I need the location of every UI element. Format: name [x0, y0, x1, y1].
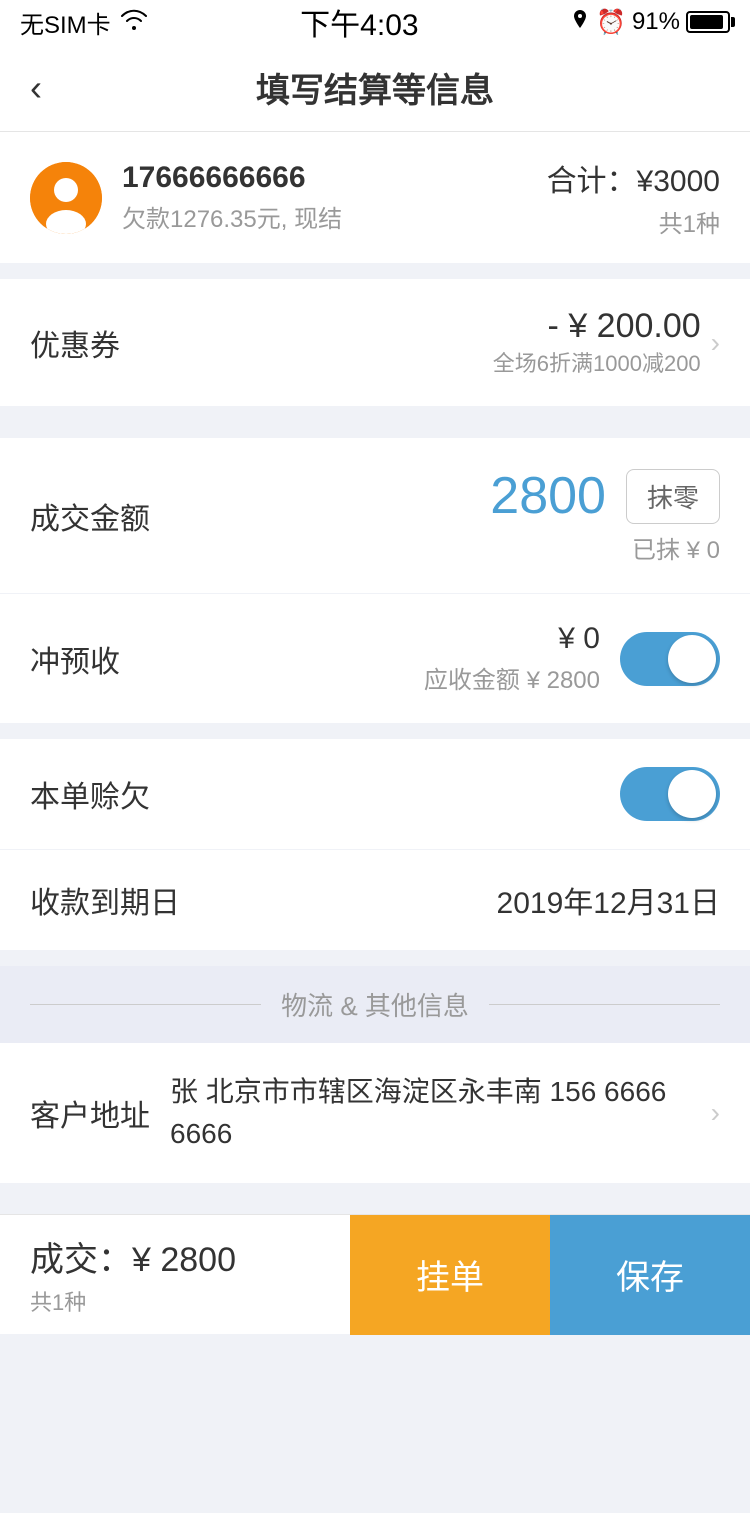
section-divider-3 [0, 950, 750, 966]
save-button[interactable]: 保存 [550, 1215, 750, 1335]
bottom-amount-value: ¥ 2800 [132, 1241, 236, 1279]
logistics-label-text: 物流 & 其他信息 [281, 986, 469, 1023]
customer-right: 合计：¥3000 共1种 [547, 156, 720, 239]
prepayment-toggle[interactable] [620, 632, 720, 686]
bottom-bar: 成交：¥ 2800 共1种 挂单 保存 [0, 1214, 750, 1334]
bottom-info: 成交：¥ 2800 共1种 [0, 1232, 350, 1317]
logistics-section-label: 物流 & 其他信息 [0, 966, 750, 1043]
back-button[interactable]: ‹ [30, 67, 90, 109]
prepayment-sub: 应收金额 ¥ 2800 [424, 660, 600, 695]
battery-fill [690, 15, 723, 29]
status-left: 无SIM卡 [20, 5, 149, 40]
avatar [30, 162, 102, 234]
status-right: ⏰ 91% [570, 8, 730, 37]
round-zero-button[interactable]: 抹零 [626, 469, 720, 524]
battery-icon [686, 11, 730, 33]
address-value: 张 北京市市辖区海淀区永丰南 156 6666 6666 [150, 1071, 711, 1155]
due-date-row: 收款到期日 2019年12月31日 [0, 850, 750, 950]
debt-order-toggle[interactable] [620, 767, 720, 821]
chevron-right-icon: › [711, 327, 720, 359]
section-divider-2 [0, 723, 750, 739]
coupon-right: - ¥ 200.00 全场6折满1000减200 › [493, 307, 720, 378]
form-section-1: 成交金额 2800 抹零 已抹 ¥ 0 冲预收 ¥ 0 应收金额 ¥ 2800 [0, 438, 750, 723]
page-title: 填写结算等信息 [90, 63, 660, 112]
status-bar: 无SIM卡 下午4:03 ⏰ 91% [0, 0, 750, 44]
hang-order-button[interactable]: 挂单 [350, 1215, 550, 1335]
debt-order-label: 本单赊欠 [30, 772, 150, 816]
form-section-2: 本单赊欠 收款到期日 2019年12月31日 [0, 739, 750, 950]
coupon-desc: 全场6折满1000减200 [493, 346, 701, 378]
debt-toggle-knob [668, 770, 716, 818]
customer-phone: 17666666666 [122, 161, 342, 195]
alarm-icon: ⏰ [596, 8, 626, 37]
prepayment-label: 冲预收 [30, 637, 120, 681]
toggle-knob [668, 635, 716, 683]
customer-left: 17666666666 欠款1276.35元, 现结 [30, 161, 342, 234]
coupon-row[interactable]: 优惠券 - ¥ 200.00 全场6折满1000减200 › [0, 279, 750, 406]
address-chevron-icon: › [711, 1097, 720, 1129]
address-label: 客户地址 [30, 1091, 150, 1135]
deal-amount-label: 成交金额 [30, 494, 150, 538]
prepayment-right: ¥ 0 应收金额 ¥ 2800 [424, 622, 720, 695]
deal-amount-sub: 已抹 ¥ 0 [490, 530, 720, 565]
deal-amount-row: 成交金额 2800 抹零 已抹 ¥ 0 [0, 438, 750, 594]
customer-count: 共1种 [547, 204, 720, 239]
address-row[interactable]: 客户地址 张 北京市市辖区海淀区永丰南 156 6666 6666 › [0, 1043, 750, 1183]
due-date-label: 收款到期日 [30, 878, 180, 922]
nav-bar: ‹ 填写结算等信息 [0, 44, 750, 132]
battery-percent: 91% [632, 8, 680, 36]
bottom-amount-label: 成交： [30, 1241, 132, 1279]
customer-debt: 欠款1276.35元, 现结 [122, 199, 342, 234]
amount-row-right: 2800 抹零 [490, 466, 720, 526]
coupon-amount: - ¥ 200.00 [493, 307, 701, 346]
customer-card: 17666666666 欠款1276.35元, 现结 合计：¥3000 共1种 [0, 132, 750, 263]
deal-amount-right: 2800 抹零 已抹 ¥ 0 [490, 466, 720, 565]
prepayment-value: ¥ 0 [424, 622, 600, 656]
deal-amount-value: 2800 [490, 466, 606, 526]
bottom-amount: 成交：¥ 2800 [30, 1232, 320, 1281]
status-time: 下午4:03 [300, 0, 418, 44]
debt-order-row: 本单赊欠 [0, 739, 750, 850]
location-icon [570, 8, 590, 37]
due-date-value: 2019年12月31日 [497, 878, 720, 922]
bottom-count: 共1种 [30, 1285, 320, 1317]
customer-info: 17666666666 欠款1276.35元, 现结 [122, 161, 342, 234]
customer-total: 合计：¥3000 [547, 156, 720, 200]
coupon-label: 优惠券 [30, 321, 120, 365]
sim-icon: 无SIM卡 [20, 5, 111, 40]
section-divider-1 [0, 422, 750, 438]
wifi-icon [119, 8, 149, 37]
prepayment-row: 冲预收 ¥ 0 应收金额 ¥ 2800 [0, 594, 750, 723]
